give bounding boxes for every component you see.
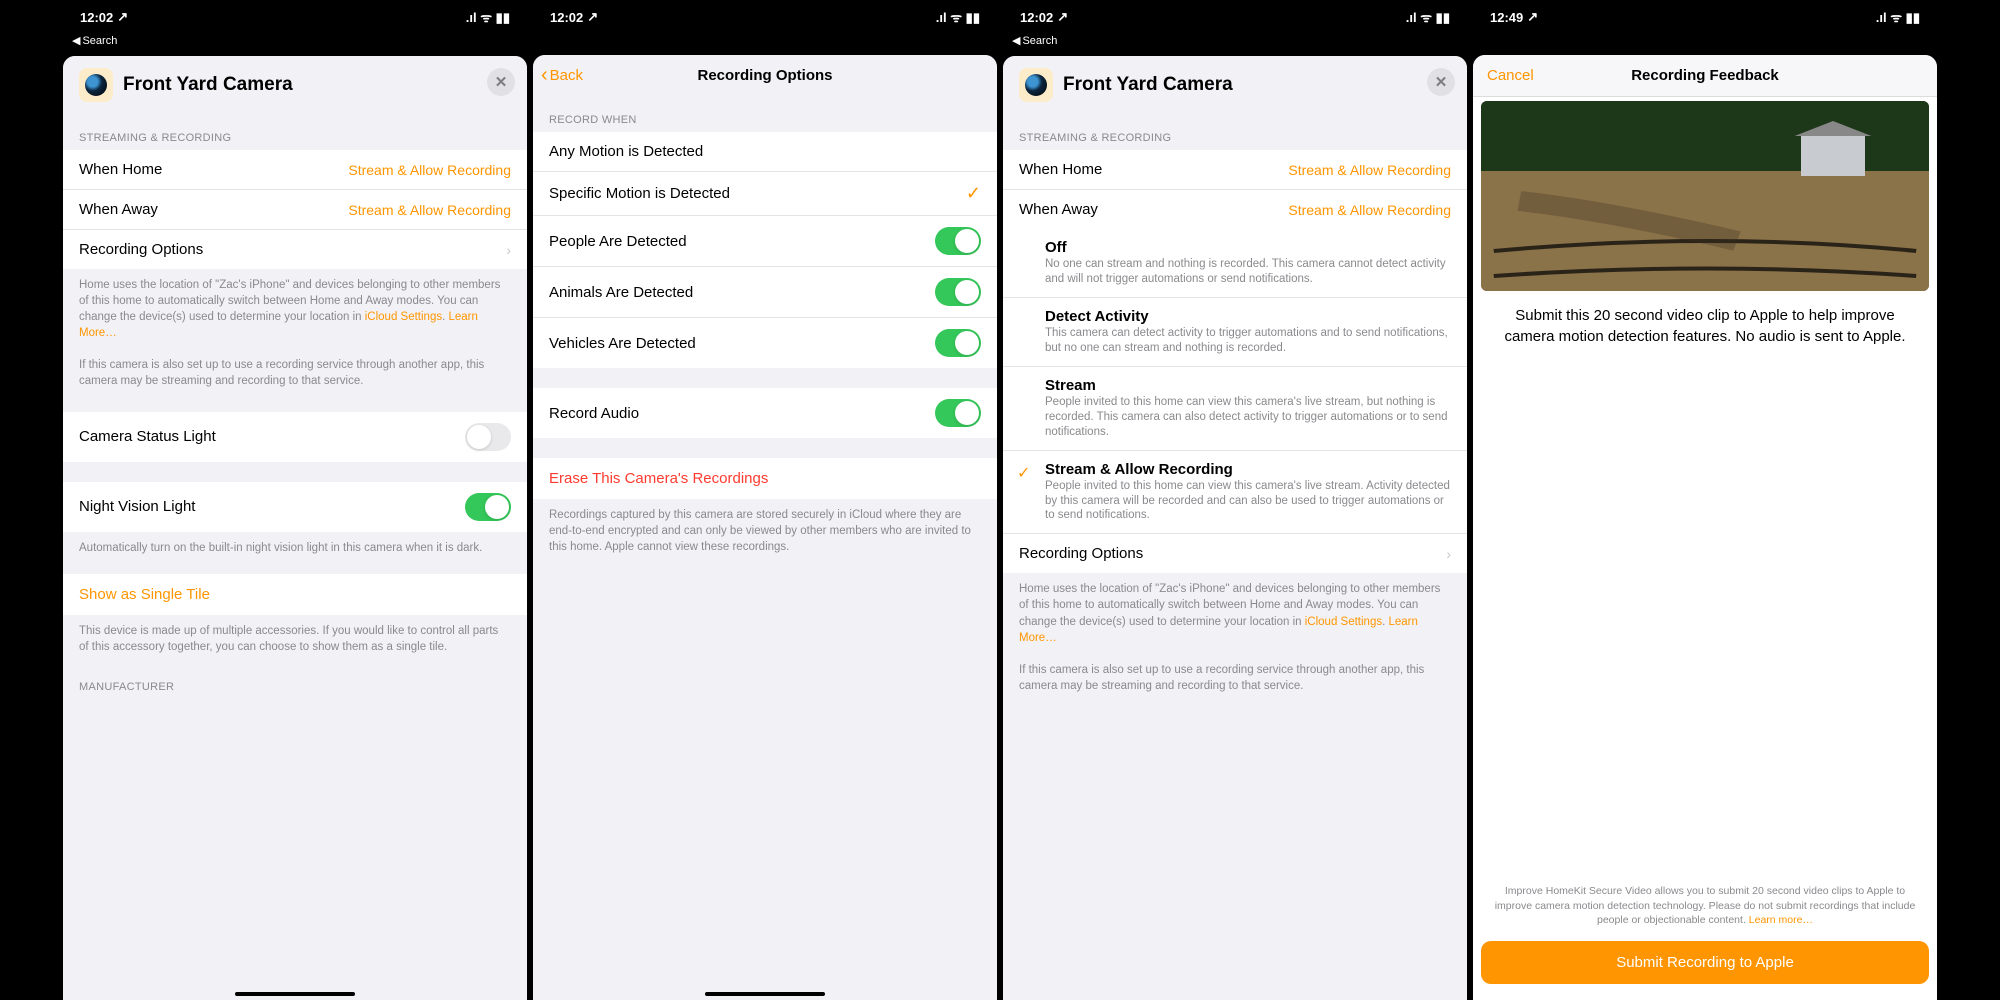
night-vision-footer: Automatically turn on the built-in night… [63,532,527,564]
status-time: 12:02 [80,10,113,25]
streaming-footer-2: If this camera is also set up to use a r… [1003,654,1467,702]
back-button[interactable]: ‹ Back [541,64,583,87]
back-to-search-link[interactable]: ◀ Search [60,34,530,53]
camera-device-icon [1019,68,1053,102]
night-vision-toggle[interactable] [465,493,511,521]
modal-header: Front Yard Camera ✕ [63,56,527,114]
option-off[interactable]: Off No one can stream and nothing is rec… [1003,229,1467,298]
record-audio-row: Record Audio [533,388,997,438]
phone-screen-2: 12:02 ↗ .ıl ᯤ ▮▮ ‹ Back Recording Option… [530,0,1000,1000]
erase-recordings-button[interactable]: Erase This Camera's Recordings [533,458,997,499]
learn-more-link[interactable]: Learn more… [1749,914,1813,926]
status-icons: .ıl ᯤ ▮▮ [466,8,510,26]
page-title: Recording Feedback [1631,67,1779,84]
animals-toggle[interactable] [935,278,981,306]
modal-header: Cancel Recording Feedback [1473,55,1937,97]
chevron-right-icon: › [506,242,511,258]
phone-screen-3: 12:02 ↗ .ıl ᯤ ▮▮ ◀ Search Front Yard Cam… [1000,0,1470,1000]
section-streaming: STREAMING & RECORDING [1003,114,1467,150]
phone-screen-4: 12:49 ↗ .ıl ᯤ ▮▮ Cancel Recording Feedba… [1470,0,1940,1000]
vehicles-toggle[interactable] [935,329,981,357]
chevron-right-icon: › [1446,546,1451,562]
page-title: Front Yard Camera [1063,74,1233,96]
location-services-icon: ↗ [1057,9,1068,25]
option-detect-activity[interactable]: Detect Activity This camera can detect a… [1003,298,1467,367]
check-icon: ✓ [1017,463,1030,483]
status-icons: .ıl ᯤ ▮▮ [936,8,980,26]
close-button[interactable]: ✕ [487,68,515,96]
section-record-when: RECORD WHEN [533,96,997,132]
people-detected-row: People Are Detected [533,216,997,267]
video-clip-thumbnail[interactable] [1481,101,1929,291]
status-bar: 12:02 ↗ .ıl ᯤ ▮▮ [530,0,1000,34]
animals-detected-row: Animals Are Detected [533,267,997,318]
when-home-row[interactable]: When Home Stream & Allow Recording [63,150,527,190]
vehicles-detected-row: Vehicles Are Detected [533,318,997,368]
modal-header: ‹ Back Recording Options [533,55,997,96]
when-away-row[interactable]: When Away Stream & Allow Recording [63,190,527,230]
recording-options-row[interactable]: Recording Options › [63,230,527,269]
when-away-row[interactable]: When Away Stream & Allow Recording [1003,190,1467,229]
streaming-footer-2: If this camera is also set up to use a r… [63,349,527,397]
when-home-row[interactable]: When Home Stream & Allow Recording [1003,150,1467,190]
icloud-settings-link[interactable]: iCloud Settings [365,311,442,323]
cancel-button[interactable]: Cancel [1487,67,1534,84]
status-bar: 12:02 ↗ .ıl ᯤ ▮▮ [60,0,530,34]
home-indicator[interactable] [235,992,355,996]
option-stream[interactable]: Stream People invited to this home can v… [1003,367,1467,451]
home-indicator[interactable] [705,992,825,996]
any-motion-row[interactable]: Any Motion is Detected [533,132,997,172]
tile-footer: This device is made up of multiple acces… [63,615,527,663]
night-vision-row: Night Vision Light [63,482,527,532]
camera-status-light-toggle[interactable] [465,423,511,451]
submit-recording-button[interactable]: Submit Recording to Apple [1481,941,1929,984]
page-title: Recording Options [698,67,833,84]
erase-footer: Recordings captured by this camera are s… [533,499,997,563]
status-icons: .ıl ᯤ ▮▮ [1406,8,1450,26]
record-audio-toggle[interactable] [935,399,981,427]
icloud-settings-link[interactable]: iCloud Settings [1305,616,1382,628]
recording-options-row[interactable]: Recording Options › [1003,534,1467,573]
location-services-icon: ↗ [1527,9,1538,25]
status-bar: 12:49 ↗ .ıl ᯤ ▮▮ [1470,0,1940,34]
back-to-search-link[interactable]: ◀ Search [1000,34,1470,53]
location-services-icon: ↗ [587,9,598,25]
modal-header: Front Yard Camera ✕ [1003,56,1467,114]
section-streaming: STREAMING & RECORDING [63,114,527,150]
camera-status-light-row: Camera Status Light [63,412,527,462]
option-stream-record[interactable]: ✓ Stream & Allow Recording People invite… [1003,451,1467,535]
submit-description: Submit this 20 second video clip to Appl… [1473,295,1937,357]
status-icons: .ıl ᯤ ▮▮ [1876,8,1920,26]
close-button[interactable]: ✕ [1427,68,1455,96]
specific-motion-row[interactable]: Specific Motion is Detected ✓ [533,172,997,216]
streaming-footer-1: Home uses the location of "Zac's iPhone"… [1003,573,1467,653]
check-icon: ✓ [966,183,981,204]
camera-device-icon [79,68,113,102]
show-single-tile-button[interactable]: Show as Single Tile [63,574,527,615]
people-toggle[interactable] [935,227,981,255]
page-title: Front Yard Camera [123,74,293,96]
footer-disclaimer: Improve HomeKit Secure Video allows you … [1473,878,1937,933]
streaming-footer-1: Home uses the location of "Zac's iPhone"… [63,269,527,349]
section-manufacturer: MANUFACTURER [63,663,527,699]
phone-screen-1: 12:02 ↗ .ıl ᯤ ▮▮ ◀ Search Front Yard Cam… [60,0,530,1000]
status-bar: 12:02 ↗ .ıl ᯤ ▮▮ [1000,0,1470,34]
location-services-icon: ↗ [117,9,128,25]
